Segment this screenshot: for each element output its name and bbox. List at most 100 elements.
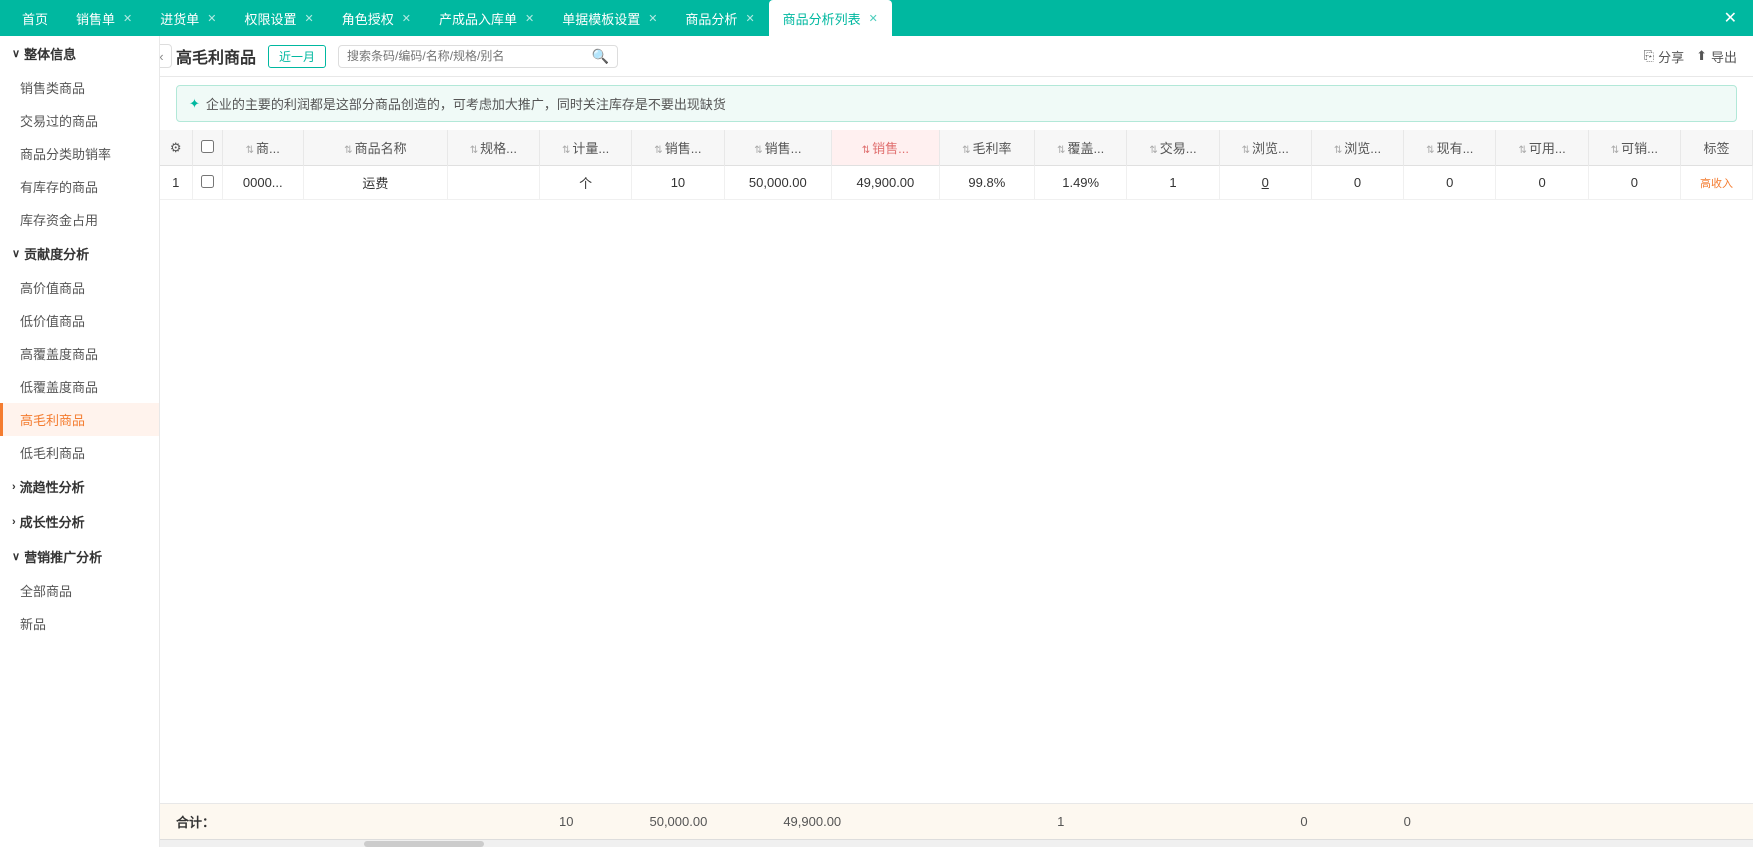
sidebar-collapse-button[interactable]: « <box>160 44 172 68</box>
col-stock-cur[interactable]: ⇅现有... <box>1404 130 1496 166</box>
period-button[interactable]: 近一月 <box>268 45 326 68</box>
close-sales-order-icon[interactable]: ✕ <box>123 12 132 25</box>
sidebar-item-stock-funds[interactable]: 库存资金占用 <box>0 203 159 236</box>
cell-views1[interactable]: 0 <box>1219 166 1311 200</box>
close-permission-icon[interactable]: ✕ <box>305 12 314 25</box>
scroll-thumb[interactable] <box>364 841 484 847</box>
sidebar-item-high-value[interactable]: 高价值商品 <box>0 271 159 304</box>
sidebar: ∨ 整体信息 销售类商品 交易过的商品 商品分类助销率 有库存的商品 库存资金占… <box>0 36 160 847</box>
cell-tag: 高收入 <box>1681 166 1753 200</box>
search-icon[interactable]: 🔍 <box>592 48 609 65</box>
sidebar-item-new-goods[interactable]: 新品 <box>0 607 159 640</box>
nav-template-settings[interactable]: 单据模板设置 ✕ <box>548 0 671 36</box>
cell-transactions: 1 <box>1127 166 1219 200</box>
col-checkbox[interactable] <box>192 130 222 166</box>
cell-stock-sale: 0 <box>1588 166 1680 200</box>
content-header: « 高毛利商品 近一月 🔍 ⎘ 分享 ⬆ 导出 <box>160 36 1753 77</box>
data-table: ⚙ ⇅商... ⇅商品名称 ⇅规格... ⇅计量... ⇅销售... ⇅销售..… <box>160 130 1753 200</box>
nav-home[interactable]: 首页 <box>8 0 62 36</box>
col-tag[interactable]: 标签 <box>1681 130 1753 166</box>
col-unit[interactable]: ⇅计量... <box>540 130 632 166</box>
table-container: ⚙ ⇅商... ⇅商品名称 ⇅规格... ⇅计量... ⇅销售... ⇅销售..… <box>160 130 1753 803</box>
sidebar-item-low-value[interactable]: 低价值商品 <box>0 304 159 337</box>
sidebar-item-stocked-goods[interactable]: 有库存的商品 <box>0 170 159 203</box>
sidebar-item-all-goods[interactable]: 全部商品 <box>0 574 159 607</box>
close-template-icon[interactable]: ✕ <box>648 12 657 25</box>
nav-product-analysis-list[interactable]: 商品分析列表 ✕ <box>769 0 892 36</box>
nav-product-inbound[interactable]: 产成品入库单 ✕ <box>425 0 548 36</box>
col-sales-val[interactable]: ⇅销售... <box>832 130 940 166</box>
sidebar-section-contribution[interactable]: ∨ 贡献度分析 <box>0 236 159 271</box>
export-icon: ⬆ <box>1696 48 1707 64</box>
close-product-analysis-icon[interactable]: ✕ <box>745 12 754 25</box>
col-spec[interactable]: ⇅规格... <box>447 130 539 166</box>
main-layout: ∨ 整体信息 销售类商品 交易过的商品 商品分类助销率 有库存的商品 库存资金占… <box>0 36 1753 847</box>
cell-checkbox[interactable] <box>192 166 222 200</box>
horizontal-scrollbar[interactable] <box>160 839 1753 847</box>
col-settings[interactable]: ⚙ <box>160 130 192 166</box>
sidebar-item-high-margin[interactable]: 高毛利商品 <box>0 403 159 436</box>
col-transactions[interactable]: ⇅交易... <box>1127 130 1219 166</box>
cell-sales-amount: 50,000.00 <box>724 166 832 200</box>
col-views2[interactable]: ⇅浏览... <box>1311 130 1403 166</box>
sidebar-section-overall[interactable]: ∨ 整体信息 <box>0 36 159 71</box>
footer-sales-amount: 50,000.00 <box>641 814 715 829</box>
col-code[interactable]: ⇅商... <box>222 130 304 166</box>
sidebar-item-high-coverage[interactable]: 高覆盖度商品 <box>0 337 159 370</box>
col-coverage[interactable]: ⇅覆盖... <box>1035 130 1127 166</box>
footer-transactions: 1 <box>1049 814 1072 829</box>
col-views1[interactable]: ⇅浏览... <box>1219 130 1311 166</box>
cell-views2: 0 <box>1311 166 1403 200</box>
window-close-button[interactable]: ✕ <box>1716 8 1745 28</box>
cell-sales-qty: 10 <box>632 166 724 200</box>
select-all-checkbox[interactable] <box>201 140 214 153</box>
sidebar-item-category-rate[interactable]: 商品分类助销率 <box>0 137 159 170</box>
nav-purchase-order[interactable]: 进货单 ✕ <box>146 0 230 36</box>
sidebar-section-marketing[interactable]: ∨ 营销推广分析 <box>0 539 159 574</box>
sidebar-section-trend[interactable]: › 流趋性分析 <box>0 469 159 504</box>
footer-sales-qty: 10 <box>551 814 581 829</box>
chevron-down-icon-3: ∨ <box>12 550 20 563</box>
row-checkbox[interactable] <box>201 175 214 188</box>
table-header-row: ⚙ ⇅商... ⇅商品名称 ⇅规格... ⇅计量... ⇅销售... ⇅销售..… <box>160 130 1753 166</box>
sidebar-item-traded-goods[interactable]: 交易过的商品 <box>0 104 159 137</box>
info-banner: ✦ 企业的主要的利润都是这部分商品创造的，可考虑加大推广，同时关注库存是不要出现… <box>176 85 1737 122</box>
content-area: « 高毛利商品 近一月 🔍 ⎘ 分享 ⬆ 导出 ✦ 企业的主要的利润都是这部 <box>160 36 1753 847</box>
close-purchase-order-icon[interactable]: ✕ <box>207 12 216 25</box>
table-footer: 合计： 10 50,000.00 49,900.00 1 0 0 <box>160 803 1753 839</box>
chevron-down-icon-2: ∨ <box>12 247 20 260</box>
search-input[interactable] <box>347 49 588 63</box>
sidebar-item-low-coverage[interactable]: 低覆盖度商品 <box>0 370 159 403</box>
share-button[interactable]: ⎘ 分享 <box>1644 47 1684 66</box>
info-icon: ✦ <box>189 96 200 112</box>
cell-seq: 1 <box>160 166 192 200</box>
col-gross-rate[interactable]: ⇅毛利率 <box>939 130 1034 166</box>
close-product-analysis-list-icon[interactable]: ✕ <box>869 12 878 25</box>
footer-stock-avail: 0 <box>1396 814 1419 829</box>
col-stock-avail[interactable]: ⇅可用... <box>1496 130 1588 166</box>
col-sales-amount[interactable]: ⇅销售... <box>724 130 832 166</box>
export-button[interactable]: ⬆ 导出 <box>1696 47 1737 66</box>
cell-code: 0000... <box>222 166 304 200</box>
footer-values: 10 50,000.00 49,900.00 1 0 0 <box>231 814 1737 829</box>
cell-coverage: 1.49% <box>1035 166 1127 200</box>
nav-role-auth[interactable]: 角色授权 ✕ <box>328 0 425 36</box>
chevron-right-icon: › <box>12 481 16 493</box>
close-product-inbound-icon[interactable]: ✕ <box>525 12 534 25</box>
col-sales-qty[interactable]: ⇅销售... <box>632 130 724 166</box>
col-name[interactable]: ⇅商品名称 <box>304 130 448 166</box>
nav-sales-order[interactable]: 销售单 ✕ <box>62 0 146 36</box>
table-row: 1 0000... 运费 个 10 50,000.00 49,900.00 99… <box>160 166 1753 200</box>
nav-permission-settings[interactable]: 权限设置 ✕ <box>230 0 327 36</box>
nav-product-analysis[interactable]: 商品分析 ✕ <box>671 0 768 36</box>
sidebar-item-low-margin[interactable]: 低毛利商品 <box>0 436 159 469</box>
cell-stock-cur: 0 <box>1404 166 1496 200</box>
sidebar-item-sales-goods[interactable]: 销售类商品 <box>0 71 159 104</box>
footer-label: 合计： <box>176 812 215 831</box>
sidebar-section-growth[interactable]: › 成长性分析 <box>0 504 159 539</box>
close-role-auth-icon[interactable]: ✕ <box>402 12 411 25</box>
header-actions: ⎘ 分享 ⬆ 导出 <box>1644 47 1737 66</box>
col-stock-sale[interactable]: ⇅可销... <box>1588 130 1680 166</box>
cell-name: 运费 <box>304 166 448 200</box>
chevron-down-icon: ∨ <box>12 47 20 60</box>
